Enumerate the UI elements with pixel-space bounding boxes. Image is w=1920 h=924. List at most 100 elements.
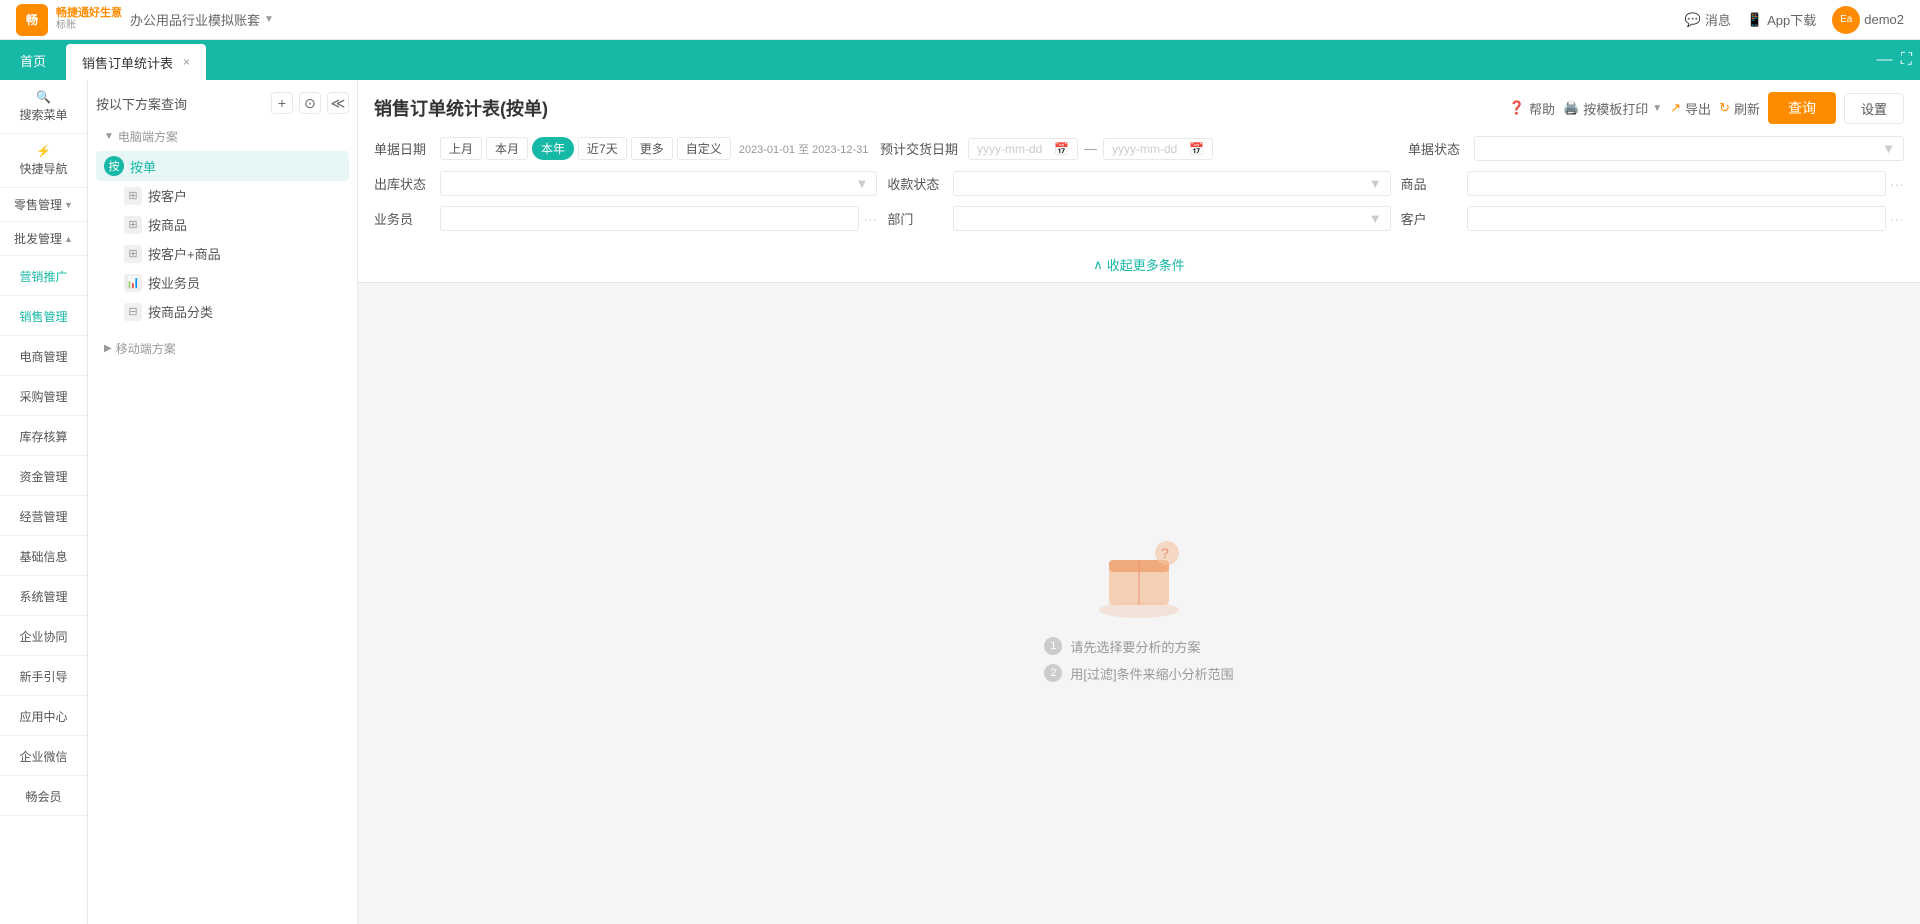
breadcrumb-arrow[interactable]: ▼: [264, 14, 274, 25]
top-bar: 畅 畅捷通好生意 标账 办公用品行业模拟账套 ▼ 💬 消息 📱 App下载 Ea…: [0, 0, 1920, 40]
collapse-filter-button[interactable]: ∧ 收起更多条件: [374, 247, 1904, 282]
help-button[interactable]: ❓ 帮助: [1509, 99, 1555, 118]
message-button[interactable]: 💬 消息: [1685, 10, 1731, 29]
this-year-btn[interactable]: 本年: [532, 137, 574, 160]
page-title: 销售订单统计表(按单): [374, 95, 548, 121]
empty-hint-1: 1 请先选择要分析的方案: [1044, 637, 1233, 656]
sidebar: 🔍 搜索菜单 ⚡ 快捷导航 零售管理 ▼ 批发管理 ▲ 营销推广 销售管理 电商…: [0, 80, 88, 924]
right-panel: 销售订单统计表(按单) ❓ 帮助 🖨️ 按模板打印 ▼ ↗: [358, 80, 1920, 924]
sidebar-item-marketing[interactable]: 营销推广: [0, 256, 87, 296]
bill-status-arrow: ▼: [1882, 141, 1895, 156]
refresh-button[interactable]: ↻ 刷新: [1719, 99, 1760, 118]
hint-1-num: 1: [1044, 637, 1062, 655]
sidebar-item-inventory[interactable]: 库存核算: [0, 416, 87, 456]
scheme-by-salesperson[interactable]: 📊 按业务员: [96, 268, 349, 297]
last7-btn[interactable]: 近7天: [578, 137, 627, 160]
scheme-by-order[interactable]: 按 按单: [96, 151, 349, 181]
customer-dots[interactable]: ···: [1890, 211, 1904, 227]
filter-area: 单据日期 上月 本月 本年 近7天 更多 自定义 2023-01-01 至 20…: [374, 136, 1904, 247]
sidebar-item-operations[interactable]: 经营管理: [0, 496, 87, 536]
customer-input[interactable]: [1467, 206, 1886, 231]
maximize-icon[interactable]: ⛶: [1901, 51, 1912, 69]
app-download-button[interactable]: 📱 App下载: [1747, 10, 1816, 29]
salesperson-input-group: ···: [440, 206, 877, 231]
date-range-display: 2023-01-01 至 2023-12-31: [739, 141, 869, 157]
product-dots[interactable]: ···: [1890, 176, 1904, 192]
expected-date-from-input[interactable]: yyyy-mm-dd 📅: [968, 138, 1078, 160]
expected-date-to-input[interactable]: yyyy-mm-dd 📅: [1103, 138, 1213, 160]
export-button[interactable]: ↗ 导出: [1670, 99, 1711, 118]
custom-btn[interactable]: 自定义: [677, 137, 731, 160]
pc-section: ▼ 电脑端方案: [96, 122, 349, 151]
sidebar-item-newbie[interactable]: 新手引导: [0, 656, 87, 696]
sidebar-item-enterprise[interactable]: 企业协同: [0, 616, 87, 656]
scheme-label: 按以下方案查询: [96, 94, 187, 113]
tab-home[interactable]: 首页: [0, 40, 66, 80]
department-arrow: ▼: [1369, 211, 1382, 226]
tab-close-button[interactable]: ×: [183, 55, 190, 69]
sidebar-item-basic[interactable]: 基础信息: [0, 536, 87, 576]
template-print-button[interactable]: 🖨️ 按模板打印 ▼: [1563, 99, 1662, 118]
sidebar-item-member[interactable]: 畅会员: [0, 776, 87, 816]
sidebar-item-wechat[interactable]: 企业微信: [0, 736, 87, 776]
edit-scheme-button[interactable]: ⊙: [299, 92, 321, 114]
bill-status-select[interactable]: ▼: [1474, 136, 1904, 161]
scheme-by-category[interactable]: ⊟ 按商品分类: [96, 297, 349, 326]
bill-status-label: 单据状态: [1408, 139, 1464, 158]
empty-illustration: ?: [1079, 525, 1199, 625]
salesperson-input[interactable]: [440, 206, 859, 231]
avatar: Ea: [1832, 6, 1860, 34]
sidebar-item-purchase[interactable]: 采购管理: [0, 376, 87, 416]
calendar-from-icon[interactable]: 📅: [1054, 142, 1069, 156]
product-input-group: ···: [1467, 171, 1904, 196]
app-subtitle: 标账: [56, 20, 122, 32]
product-input[interactable]: [1467, 171, 1886, 196]
right-panel-header: 销售订单统计表(按单) ❓ 帮助 🖨️ 按模板打印 ▼ ↗: [358, 80, 1920, 283]
scheme-by-customer[interactable]: ⊞ 按客户: [96, 181, 349, 210]
sidebar-item-system[interactable]: 系统管理: [0, 576, 87, 616]
tab-sales-order-stat[interactable]: 销售订单统计表 ×: [66, 44, 206, 80]
export-icon: ↗: [1670, 100, 1681, 116]
sidebar-item-wholesale[interactable]: 批发管理 ▲: [0, 222, 87, 256]
empty-hints: 1 请先选择要分析的方案 2 用[过滤]条件来缩小分析范围: [1044, 637, 1233, 683]
left-panel-actions: + ⊙ ≪: [271, 92, 349, 114]
sidebar-item-app-center[interactable]: 应用中心: [0, 696, 87, 736]
out-status-label: 出库状态: [374, 174, 430, 193]
left-panel: 按以下方案查询 + ⊙ ≪ ▼ 电脑端方案 按 按单 ⊞ 按客户: [88, 80, 358, 924]
query-button[interactable]: 查询: [1768, 92, 1836, 124]
empty-state: ? 1 请先选择要分析的方案 2 用[过滤]条件来缩小分析范围: [358, 283, 1920, 924]
breadcrumb-text: 办公用品行业模拟账套: [130, 10, 260, 29]
department-label: 部门: [887, 209, 943, 228]
last-month-btn[interactable]: 上月: [440, 137, 482, 160]
calendar-to-icon[interactable]: 📅: [1189, 142, 1204, 156]
page-title-row: 销售订单统计表(按单) ❓ 帮助 🖨️ 按模板打印 ▼ ↗: [374, 92, 1904, 124]
sidebar-item-finance[interactable]: 资金管理: [0, 456, 87, 496]
this-month-btn[interactable]: 本月: [486, 137, 528, 160]
sidebar-item-sales[interactable]: 销售管理: [0, 296, 87, 336]
pay-status-select[interactable]: ▼: [953, 171, 1390, 196]
department-select[interactable]: ▼: [953, 206, 1390, 231]
content-area: 按以下方案查询 + ⊙ ≪ ▼ 电脑端方案 按 按单 ⊞ 按客户: [88, 80, 1920, 924]
tab-bar-actions: — ⛶: [1877, 51, 1912, 69]
pay-status-label: 收款状态: [887, 174, 943, 193]
settings-button[interactable]: 设置: [1844, 93, 1904, 124]
sidebar-item-ecommerce[interactable]: 电商管理: [0, 336, 87, 376]
scheme-by-order-label: 按单: [130, 157, 156, 176]
scheme-by-product-icon: ⊞: [124, 216, 142, 234]
scheme-by-product[interactable]: ⊞ 按商品: [96, 210, 349, 239]
mobile-section-label: 移动端方案: [116, 340, 176, 357]
sidebar-item-retail[interactable]: 零售管理 ▼: [0, 188, 87, 222]
collapse-panel-button[interactable]: ≪: [327, 92, 349, 114]
print-icon: 🖨️: [1563, 100, 1579, 116]
user-avatar-button[interactable]: Ea demo2: [1832, 6, 1904, 34]
left-panel-header: 按以下方案查询 + ⊙ ≪: [96, 92, 349, 114]
salesperson-dots[interactable]: ···: [863, 211, 877, 227]
sidebar-item-shortcut[interactable]: ⚡ 快捷导航: [0, 134, 87, 188]
refresh-icon: ↻: [1719, 100, 1730, 116]
more-btn[interactable]: 更多: [631, 137, 673, 160]
minimize-icon[interactable]: —: [1877, 51, 1893, 69]
out-status-select[interactable]: ▼: [440, 171, 877, 196]
scheme-by-customer-product[interactable]: ⊞ 按客户+商品: [96, 239, 349, 268]
add-scheme-button[interactable]: +: [271, 92, 293, 114]
sidebar-item-search[interactable]: 🔍 搜索菜单: [0, 80, 87, 134]
